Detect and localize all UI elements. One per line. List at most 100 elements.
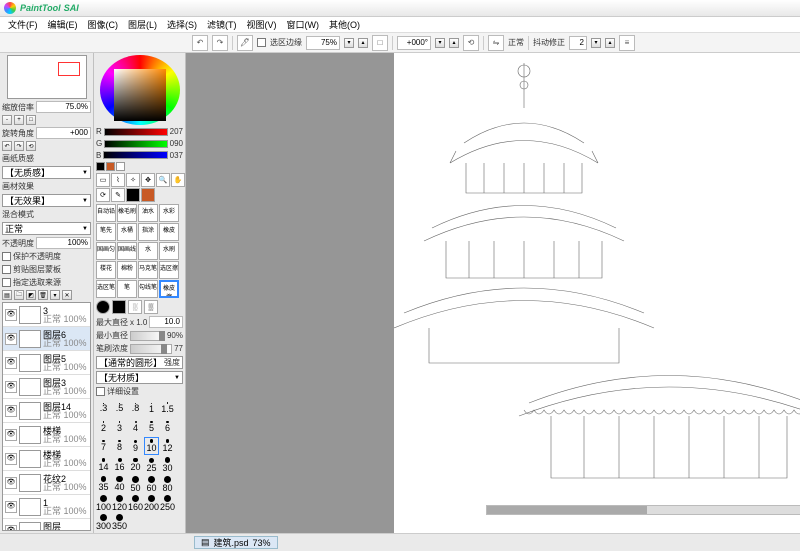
size-8[interactable]: 8 [112, 437, 127, 455]
size-160[interactable]: 160 [128, 494, 143, 512]
brush-水刷[interactable]: 水刷 [159, 242, 179, 260]
size-35[interactable]: 35 [96, 475, 111, 493]
swatch[interactable] [116, 162, 125, 171]
angle-reset-icon[interactable]: ⟲ [463, 35, 479, 51]
size-4[interactable]: 4 [128, 418, 143, 436]
zoom-slider-value[interactable]: 75.0% [36, 101, 91, 113]
jitter-down[interactable]: ▾ [591, 38, 601, 48]
size-100[interactable]: 100 [96, 494, 111, 512]
menu-window[interactable]: 窗口(W) [283, 18, 324, 31]
jitter-input[interactable] [569, 36, 587, 50]
eye-icon[interactable]: 👁 [5, 477, 17, 489]
swatch[interactable] [106, 162, 115, 171]
size-16[interactable]: 16 [112, 456, 127, 474]
menu-other[interactable]: 其他(O) [325, 18, 364, 31]
zoom-up[interactable]: ▴ [358, 38, 368, 48]
edge-check[interactable] [257, 38, 266, 47]
layer-item[interactable]: 👁花纹2正常 100% [3, 471, 90, 495]
clear-icon[interactable]: ✕ [62, 290, 72, 300]
size-350[interactable]: 350 [112, 513, 127, 531]
jitter-icon[interactable]: ≡ [619, 35, 635, 51]
size-2[interactable]: 2 [96, 418, 111, 436]
layer-item[interactable]: 👁3正常 100% [3, 303, 90, 327]
eye-icon[interactable]: 👁 [5, 429, 17, 441]
zoom-input[interactable] [306, 36, 340, 50]
size-1.5[interactable]: 1.5 [160, 399, 175, 417]
new-folder-icon[interactable]: 🗀 [14, 290, 24, 300]
angle-up[interactable]: ▴ [449, 38, 459, 48]
eye-icon[interactable]: 👁 [5, 333, 17, 345]
eye-icon[interactable]: 👁 [5, 453, 17, 465]
blend-dropdown[interactable]: 正常▼ [2, 222, 91, 235]
zoom-icon[interactable]: 🔍 [156, 173, 170, 187]
size-50[interactable]: 50 [128, 475, 143, 493]
eye-icon[interactable]: 👁 [5, 525, 17, 532]
menu-file[interactable]: 文件(F) [4, 18, 42, 31]
size-.5[interactable]: .5 [112, 399, 127, 417]
menu-view[interactable]: 视图(V) [243, 18, 281, 31]
hand-icon[interactable]: ✋ [171, 173, 185, 187]
brush-笔先[interactable]: 笔先 [96, 223, 116, 241]
eye-icon[interactable]: 👁 [5, 381, 17, 393]
brush-国画匀[interactable]: 国画匀 [96, 242, 116, 260]
lock-opt-2[interactable] [2, 278, 11, 287]
brush-tex2-icon[interactable]: ▒ [144, 300, 158, 314]
picker-icon[interactable]: ✎ [111, 188, 125, 202]
navigator-thumb[interactable] [7, 55, 87, 99]
fliph-icon[interactable]: ⇋ [488, 35, 504, 51]
lock-opt-0[interactable] [2, 252, 11, 261]
size-3[interactable]: 3 [112, 418, 127, 436]
brush-橡皮[interactable]: 橡皮 [159, 223, 179, 241]
fg-color[interactable] [126, 188, 140, 202]
detail-check[interactable] [96, 387, 105, 396]
size-25[interactable]: 25 [144, 456, 159, 474]
eye-icon[interactable]: 👁 [5, 357, 17, 369]
brush-tex-dropdown[interactable]: 【无材质】▼ [96, 371, 183, 384]
canvas[interactable]: 10.0 [186, 53, 800, 533]
brush-round-icon[interactable] [96, 300, 110, 314]
b-slider[interactable] [103, 151, 167, 159]
size-.8[interactable]: .8 [128, 399, 143, 417]
move-icon[interactable]: ✥ [141, 173, 155, 187]
menu-select[interactable]: 选择(S) [163, 18, 201, 31]
layer-item[interactable]: 👁图层6正常 100% [3, 327, 90, 351]
brush-square-icon[interactable] [112, 300, 126, 314]
rot-reset[interactable]: ⟲ [26, 141, 36, 151]
new-layer-icon[interactable]: ▤ [2, 290, 12, 300]
layer-item[interactable]: 👁楼梯正常 100% [3, 447, 90, 471]
size-20[interactable]: 20 [128, 456, 143, 474]
brush-笔[interactable]: 笔 [117, 280, 137, 298]
menu-layer[interactable]: 图层(L) [124, 18, 161, 31]
size-10[interactable]: 10 [144, 437, 159, 455]
menu-filter[interactable]: 滤镜(T) [203, 18, 241, 31]
minsize-slider[interactable] [130, 331, 165, 341]
brush-水[interactable]: 水 [138, 242, 158, 260]
size-7[interactable]: 7 [96, 437, 111, 455]
brush-自动铅[interactable]: 自动铅 [96, 204, 116, 222]
size-120[interactable]: 120 [112, 494, 127, 512]
lasso-icon[interactable]: ⌇ [111, 173, 125, 187]
mask-icon[interactable]: ◩ [26, 290, 36, 300]
maxsize-val[interactable]: 10.0 [149, 316, 183, 328]
size-6[interactable]: 6 [160, 418, 175, 436]
layer-item[interactable]: 👁图层14正常 100% [3, 399, 90, 423]
size-80[interactable]: 80 [160, 475, 175, 493]
tool-icon[interactable]: 🖊 [237, 35, 253, 51]
redo-icon[interactable]: ↷ [212, 35, 228, 51]
r-slider[interactable] [104, 128, 168, 136]
brush-选区笔[interactable]: 选区笔 [96, 280, 116, 298]
brush-选区擦[interactable]: 选区擦 [159, 261, 179, 279]
size-9[interactable]: 9 [128, 437, 143, 455]
paper-tex-dropdown[interactable]: 【无质感】▼ [2, 166, 91, 179]
brush-国画线[interactable]: 国画线 [117, 242, 137, 260]
density-slider[interactable] [130, 344, 172, 354]
jitter-up[interactable]: ▴ [605, 38, 615, 48]
zoom-fit-icon[interactable]: □ [372, 35, 388, 51]
brush-橡毛刷[interactable]: 橡毛刷 [117, 204, 137, 222]
zoom-minus[interactable]: - [2, 115, 12, 125]
zoom-reset[interactable]: □ [26, 115, 36, 125]
size-300[interactable]: 300 [96, 513, 111, 531]
size-200[interactable]: 200 [144, 494, 159, 512]
select-rect-icon[interactable]: ▭ [96, 173, 110, 187]
size-60[interactable]: 60 [144, 475, 159, 493]
